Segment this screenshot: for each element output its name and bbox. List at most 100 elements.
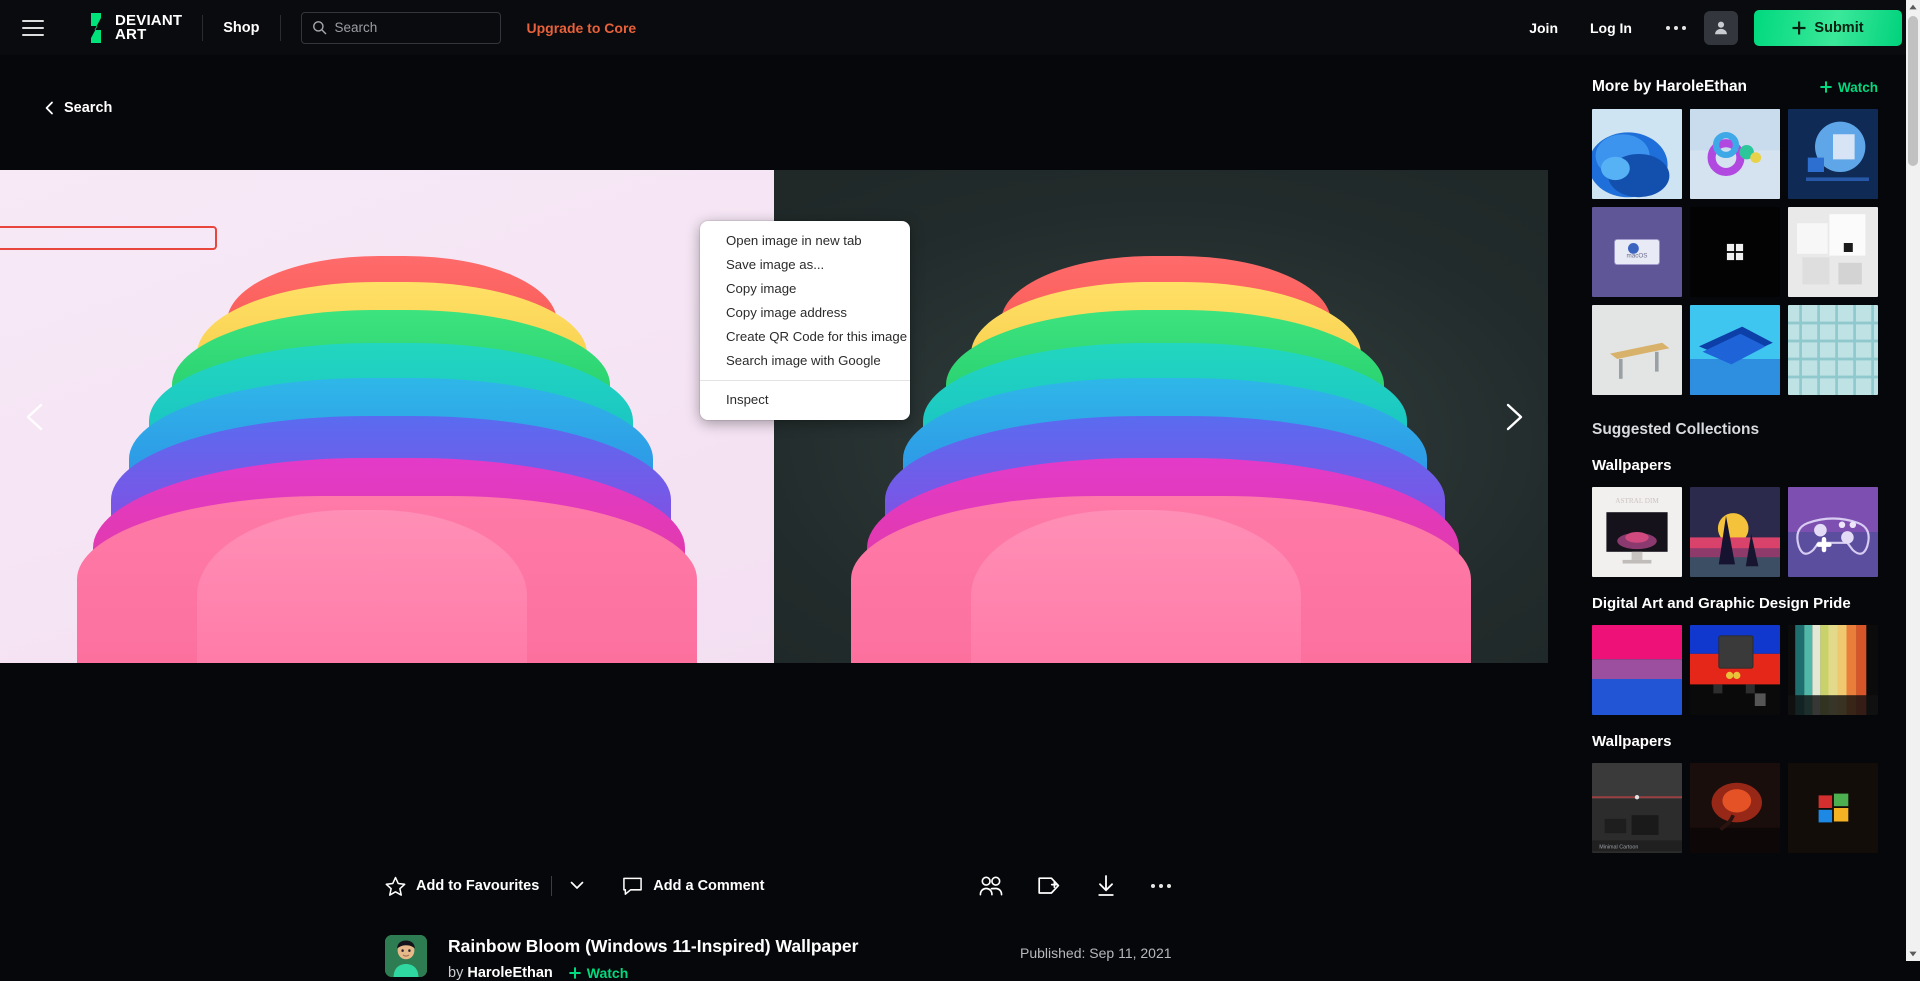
deviantart-bolt-icon: [91, 12, 101, 43]
thumbnail-glowing-windows-logo[interactable]: [1788, 763, 1878, 853]
thumbnail-rainbow-gradient-smear[interactable]: [1788, 625, 1878, 715]
add-to-collection-icon[interactable]: [1037, 875, 1061, 897]
thumbnail-purple-gamepad-art[interactable]: [1788, 487, 1878, 577]
thumb-art: [1690, 305, 1780, 395]
search-input[interactable]: Search: [300, 11, 501, 44]
thumbnail-teal-mesh-pattern[interactable]: [1788, 305, 1878, 395]
deviation-title[interactable]: Rainbow Bloom (Windows 11-Inspired) Wall…: [448, 936, 858, 957]
thumbnail-macos-purple-monitor[interactable]: macOS: [1592, 207, 1682, 297]
thumbnail-sunset-spires-landscape[interactable]: [1690, 487, 1780, 577]
favourites-label: Add to Favourites: [416, 878, 540, 894]
watch-author-button[interactable]: Watch: [569, 965, 628, 981]
collection-title-1[interactable]: Digital Art and Graphic Design Pride: [1592, 595, 1878, 612]
context-menu-item-copy-image[interactable]: Copy image: [700, 277, 910, 301]
dot: [1167, 884, 1171, 888]
favourites-dropdown-button[interactable]: [564, 875, 590, 897]
context-menu-item-open-image-new-tab[interactable]: Open image in new tab: [700, 229, 910, 253]
header-divider: [202, 14, 204, 41]
browser-context-menu[interactable]: Open image in new tab Save image as... C…: [700, 221, 910, 420]
more-options-icon[interactable]: [1151, 884, 1171, 888]
watch-label: Watch: [586, 965, 629, 981]
deviation-action-bar: Add to Favourites Add a Comment: [385, 865, 1175, 907]
logo-line-2: ART: [115, 25, 147, 43]
search-placeholder: Search: [334, 20, 378, 35]
plus-icon: [569, 967, 581, 979]
artwork-left-half: [0, 170, 774, 663]
hamburger-line: [22, 26, 44, 29]
collection-grid-1: [1592, 625, 1878, 715]
thumb-art: ASTRAL DIM: [1592, 487, 1682, 577]
caret-down-icon: [1909, 951, 1917, 957]
thumb-art: macOS: [1592, 207, 1682, 297]
thumbnail-win11-dark-sphere[interactable]: [1788, 109, 1878, 199]
thumbnail-white-blocks-house[interactable]: [1788, 207, 1878, 297]
collection-title-2[interactable]: Wallpapers: [1592, 733, 1878, 750]
dot: [1674, 25, 1678, 30]
thumb-art: [1592, 109, 1682, 199]
submit-label: Submit: [1814, 19, 1864, 36]
add-to-favourites-button[interactable]: Add to Favourites: [385, 876, 539, 897]
collection-grid-0: ASTRAL DIM: [1592, 487, 1878, 577]
svg-text:Minimal Cartoon: Minimal Cartoon: [1599, 845, 1638, 851]
deviantart-logo[interactable]: DEVIANT ART: [84, 12, 182, 43]
main-content-area: Search Add to Favourites Add a Comment R…: [0, 55, 1568, 981]
scroll-up-button[interactable]: [1906, 0, 1920, 14]
group-people-icon[interactable]: [978, 875, 1003, 897]
download-icon[interactable]: [1095, 874, 1117, 898]
thumbnail-windows-logo-black[interactable]: [1690, 207, 1780, 297]
context-menu-item-search-image-google[interactable]: Search image with Google: [700, 349, 910, 373]
thumb-art: [1690, 207, 1780, 297]
svg-text:macOS: macOS: [1627, 252, 1648, 259]
dot: [1159, 884, 1163, 888]
join-button[interactable]: Join: [1513, 20, 1574, 36]
thumbnail-light-grey-bench[interactable]: [1592, 305, 1682, 395]
sidebar-watch-label: Watch: [1838, 79, 1878, 95]
action-divider: [551, 876, 553, 896]
thumbnail-blue-folded-ribbon[interactable]: [1690, 305, 1780, 395]
star-icon: [385, 876, 406, 896]
thumbnail-astral-dim-monitor-mockup[interactable]: ASTRAL DIM: [1592, 487, 1682, 577]
submit-button[interactable]: Submit: [1754, 9, 1902, 46]
thumb-art: [1690, 487, 1780, 577]
sidebar-watch-button[interactable]: Watch: [1820, 80, 1878, 95]
more-by-author-grid: macOS: [1592, 109, 1878, 395]
author-avatar[interactable]: [385, 935, 427, 977]
page-scrollbar[interactable]: [1906, 0, 1920, 961]
plus-icon: [1820, 81, 1832, 93]
more-by-title: More by HaroleEthan: [1592, 78, 1748, 95]
thumbnail-retro-console-red-blue[interactable]: [1690, 625, 1780, 715]
thumbnail-win11-abstract-rings[interactable]: [1690, 109, 1780, 199]
author-name[interactable]: HaroleEthan: [467, 965, 552, 981]
context-menu-item-save-image-as[interactable]: Save image as...: [700, 253, 910, 277]
add-comment-button[interactable]: Add a Comment: [622, 876, 764, 896]
context-menu-item-copy-image-address[interactable]: Copy image address: [700, 301, 910, 325]
upgrade-to-core-link[interactable]: Upgrade to Core: [527, 20, 637, 36]
account-avatar-button[interactable]: [1704, 10, 1738, 45]
hamburger-line: [22, 33, 44, 36]
scrollbar-thumb[interactable]: [1908, 16, 1918, 166]
action-icon-group: [978, 874, 1175, 898]
thumb-art: [1788, 305, 1878, 395]
published-date: Published: Sep 11, 2021: [1020, 945, 1172, 961]
nav-shop-link[interactable]: Shop: [223, 20, 259, 36]
search-icon: [312, 21, 326, 35]
back-to-search-link[interactable]: Search: [44, 100, 112, 116]
thumbnail-bi-pride-flag-texture[interactable]: [1592, 625, 1682, 715]
hamburger-menu-icon[interactable]: [22, 15, 48, 41]
login-button[interactable]: Log In: [1574, 20, 1648, 36]
top-navigation-bar: DEVIANT ART Shop Search Upgrade to Core …: [0, 0, 1920, 55]
thumb-art: [1788, 207, 1878, 297]
scroll-down-button[interactable]: [1906, 947, 1920, 961]
previous-deviation-button[interactable]: [15, 396, 57, 438]
thumbnail-win11-blue-bloom-light[interactable]: [1592, 109, 1682, 199]
context-menu-item-create-qr-code[interactable]: Create QR Code for this image: [700, 325, 910, 349]
thumb-art: [1690, 109, 1780, 199]
thumb-art: [1788, 487, 1878, 577]
thumbnail-red-glow-tree-night[interactable]: [1690, 763, 1780, 853]
collection-title-0[interactable]: Wallpapers: [1592, 457, 1878, 474]
header-more-icon[interactable]: [1648, 25, 1704, 30]
rainbow-bloom-render-dark: [851, 248, 1471, 663]
next-deviation-button[interactable]: [1492, 396, 1534, 438]
thumbnail-minimal-cartoon-dark[interactable]: Minimal Cartoon: [1592, 763, 1682, 853]
context-menu-item-inspect[interactable]: Inspect: [700, 388, 910, 412]
